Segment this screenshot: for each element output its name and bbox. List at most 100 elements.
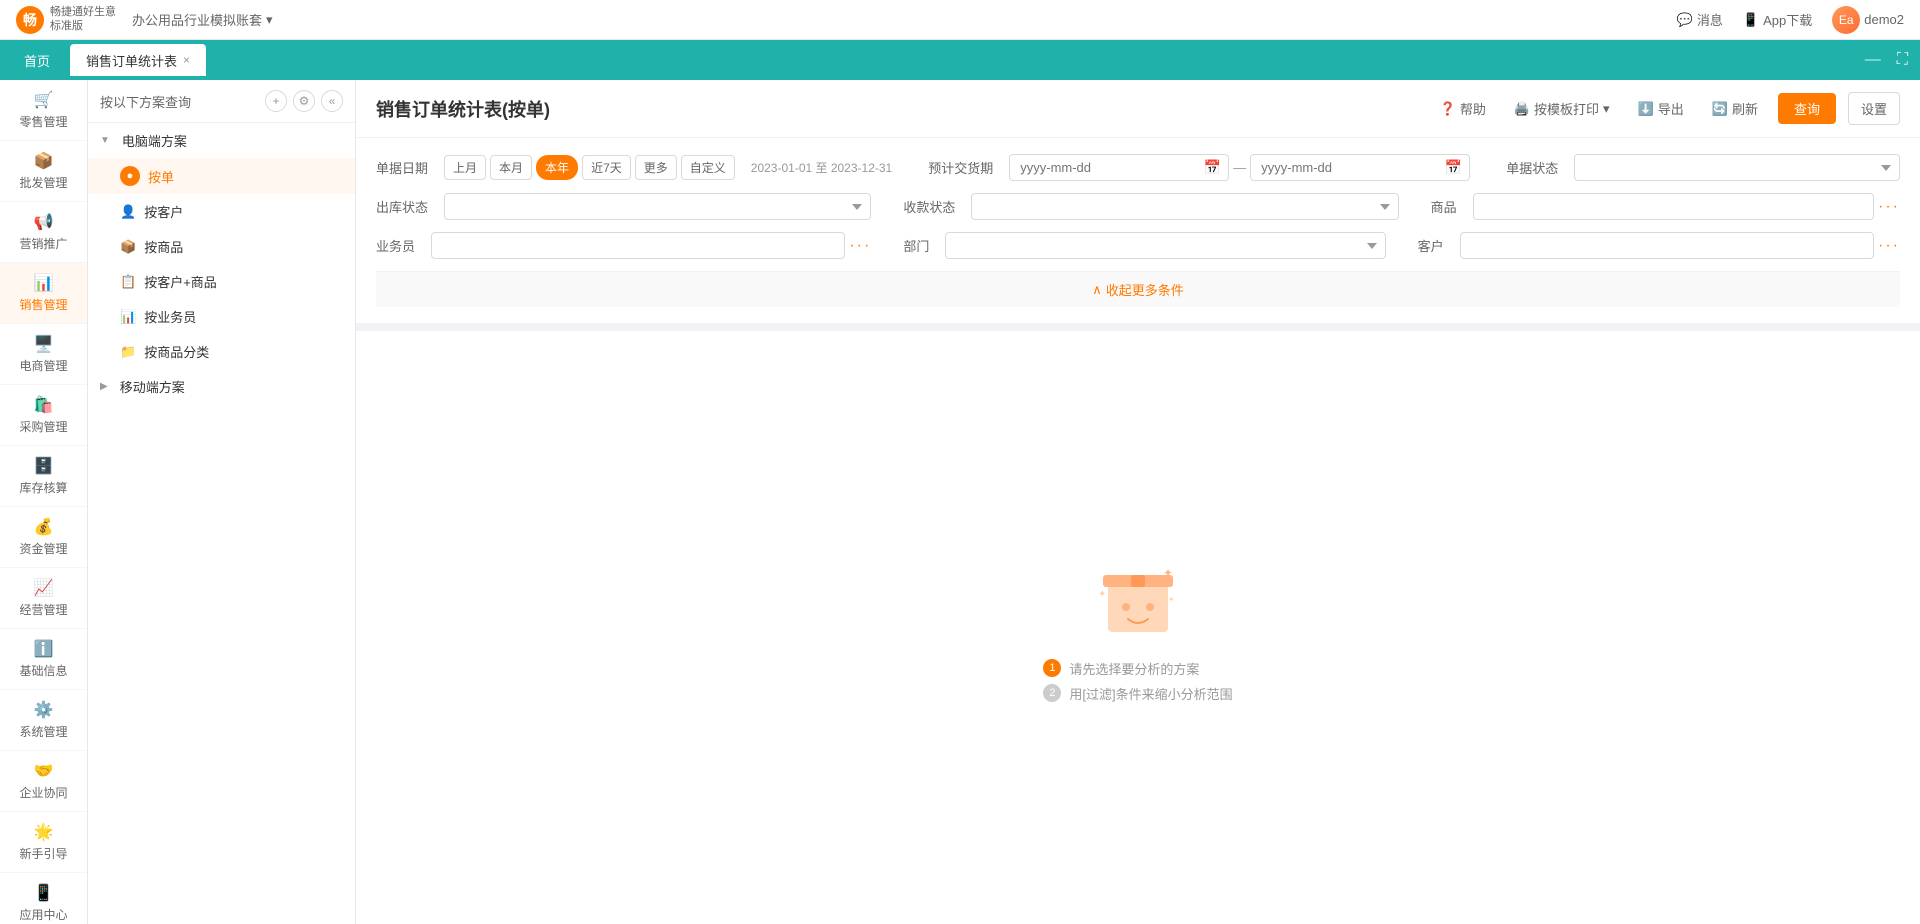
help-icon: ❓ <box>1440 101 1456 117</box>
tree-item-by-customer[interactable]: 👤 按客户 <box>88 194 355 229</box>
goods-more-icon[interactable]: ··· <box>1878 198 1900 216</box>
salesman-wrapper: ··· <box>431 232 871 259</box>
help-button[interactable]: ❓ 帮助 <box>1432 95 1494 122</box>
query-button[interactable]: 查询 <box>1778 93 1836 124</box>
sidebar-item-basic[interactable]: ℹ️ 基础信息 <box>0 629 87 690</box>
basic-icon: ℹ️ <box>8 639 79 659</box>
goods-wrapper: ··· <box>1473 193 1900 220</box>
inventory-icon: 🗄️ <box>8 456 79 476</box>
tree-mobile-section[interactable]: ▶ 移动端方案 <box>88 369 355 404</box>
top-bar-left: 畅 畅捷通好生意 标准版 办公用品行业模拟账套 ▾ <box>16 6 281 34</box>
company-selector[interactable]: 办公用品行业模拟账套 ▾ <box>124 8 281 31</box>
tree-item-by-goods[interactable]: 📦 按商品 <box>88 229 355 264</box>
template-print-button[interactable]: 🖨️ 按模板打印 ▾ <box>1506 95 1618 122</box>
customer-label: 客户 <box>1418 236 1444 255</box>
date-btn-last-month[interactable]: 上月 <box>444 155 486 180</box>
category-icon: 📁 <box>120 344 136 360</box>
sidebar-item-system[interactable]: ⚙️ 系统管理 <box>0 690 87 751</box>
sidebar-item-ecommerce[interactable]: 🖥️ 电商管理 <box>0 324 87 385</box>
collapse-bar[interactable]: ∧ 收起更多条件 <box>376 271 1900 307</box>
sidebar-item-newbie[interactable]: 🌟 新手引导 <box>0 812 87 873</box>
date-btn-custom[interactable]: 自定义 <box>681 155 735 180</box>
date-btn-this-year[interactable]: 本年 <box>536 155 578 180</box>
filter-area: 单据日期 上月 本月 本年 近7天 更多 自定义 2023-01-01 至 20… <box>356 138 1920 323</box>
tree-item-by-customer-label: 按客户 <box>144 202 183 221</box>
sidebar-item-marketing[interactable]: 📢 营销推广 <box>0 202 87 263</box>
sidebar-item-operations[interactable]: 📈 经营管理 <box>0 568 87 629</box>
salesman-input[interactable] <box>431 232 845 259</box>
receipt-status-label: 收款状态 <box>903 197 955 216</box>
expected-date-end[interactable] <box>1250 154 1470 181</box>
tree-item-by-salesman[interactable]: 📊 按业务员 <box>88 299 355 334</box>
sidebar-item-sales[interactable]: 📊 销售管理 <box>0 263 87 324</box>
window-maximize-icon[interactable]: ⛶ <box>1893 47 1912 73</box>
main-layout: 🛒 零售管理 📦 批发管理 📢 营销推广 📊 销售管理 🖥️ 电商管理 🛍️ 采… <box>0 80 1920 924</box>
tree-pc-section[interactable]: ▼ 电脑端方案 <box>88 123 355 158</box>
svg-text:✦: ✦ <box>1168 595 1175 604</box>
window-minimize-icon[interactable]: — <box>1861 47 1885 73</box>
refresh-button[interactable]: 🔄 刷新 <box>1704 95 1766 122</box>
expected-date-start[interactable] <box>1009 154 1229 181</box>
tree-item-by-customer-goods[interactable]: 📋 按客户+商品 <box>88 264 355 299</box>
finance-icon: 💰 <box>8 517 79 537</box>
chevron-down-icon: ▾ <box>266 12 273 28</box>
sidebar-item-inventory[interactable]: 🗄️ 库存核算 <box>0 446 87 507</box>
sidebar-item-enterprise[interactable]: 🤝 企业协同 <box>0 751 87 812</box>
salesman-more-icon[interactable]: ··· <box>849 237 871 255</box>
sidebar-item-finance[interactable]: 💰 资金管理 <box>0 507 87 568</box>
user-profile[interactable]: Ea demo2 <box>1832 6 1904 34</box>
purchase-icon: 🛍️ <box>8 395 79 415</box>
tab-sales-order-stats[interactable]: 销售订单统计表 × <box>70 44 206 76</box>
export-button[interactable]: ⬇️ 导出 <box>1630 95 1692 122</box>
empty-illustration: ✦ ✦ ✦ <box>1088 547 1188 647</box>
tree-expand-icon: ▼ <box>100 135 110 146</box>
tree-item-by-category[interactable]: 📁 按商品分类 <box>88 334 355 369</box>
ecommerce-icon: 🖥️ <box>8 334 79 354</box>
sidebar-item-wholesale[interactable]: 📦 批发管理 <box>0 141 87 202</box>
sales-icon: 📊 <box>8 273 79 293</box>
tab-home[interactable]: 首页 <box>8 44 66 76</box>
add-scheme-button[interactable]: + <box>265 90 287 112</box>
svg-text:✦: ✦ <box>1098 589 1106 600</box>
salesman-tree-icon: 📊 <box>120 309 136 325</box>
receipt-status-select[interactable] <box>971 193 1398 220</box>
main-content: 销售订单统计表(按单) ❓ 帮助 🖨️ 按模板打印 ▾ ⬇️ <box>356 80 1920 924</box>
page-actions: ❓ 帮助 🖨️ 按模板打印 ▾ ⬇️ 导出 � <box>1432 92 1900 125</box>
date-btn-last-7days[interactable]: 近7天 <box>582 155 631 180</box>
message-button[interactable]: 💬 消息 <box>1677 10 1723 29</box>
expected-date-start-wrapper: 📅 <box>1009 154 1229 181</box>
sidebar-item-appcenter[interactable]: 📱 应用中心 <box>0 873 87 924</box>
out-status-select[interactable] <box>444 193 871 220</box>
svg-text:✦: ✦ <box>1163 566 1173 580</box>
step-2-num: 2 <box>1043 684 1061 702</box>
customer-input[interactable] <box>1460 232 1874 259</box>
goods-input[interactable] <box>1473 193 1874 220</box>
out-status-label: 出库状态 <box>376 197 428 216</box>
top-bar-right: 💬 消息 📱 App下载 Ea demo2 <box>1677 6 1904 34</box>
system-icon: ⚙️ <box>8 700 79 720</box>
bill-status-select[interactable] <box>1574 154 1900 181</box>
expected-date-end-wrapper: 📅 <box>1250 154 1470 181</box>
app-download-button[interactable]: 📱 App下载 <box>1743 10 1812 29</box>
settings-button[interactable]: 设置 <box>1848 92 1900 125</box>
empty-content: ✦ ✦ ✦ 1 请先选择要分析的方案 2 用[过滤]条件来缩小分析范围 <box>1043 547 1232 709</box>
customer-more-icon[interactable]: ··· <box>1878 237 1900 255</box>
print-icon: 🖨️ <box>1514 101 1530 117</box>
collapse-panel-button[interactable]: « <box>321 90 343 112</box>
date-btn-this-month[interactable]: 本月 <box>490 155 532 180</box>
department-select[interactable] <box>945 232 1385 259</box>
sidebar-item-retail[interactable]: 🛒 零售管理 <box>0 80 87 141</box>
empty-steps: 1 请先选择要分析的方案 2 用[过滤]条件来缩小分析范围 <box>1043 659 1232 709</box>
date-btn-more[interactable]: 更多 <box>635 155 677 180</box>
filter-row-3: 业务员 ··· 部门 客户 ··· <box>376 232 1900 259</box>
appcenter-icon: 📱 <box>8 883 79 903</box>
retail-icon: 🛒 <box>8 90 79 110</box>
sidebar-item-purchase[interactable]: 🛍️ 采购管理 <box>0 385 87 446</box>
tree-item-by-order[interactable]: ● 按单 <box>88 158 355 194</box>
goods-icon: 📦 <box>120 239 136 255</box>
settings-scheme-button[interactable]: ⚙ <box>293 90 315 112</box>
tab-close-icon[interactable]: × <box>183 53 190 67</box>
page-title: 销售订单统计表(按单) <box>376 96 550 122</box>
left-panel-actions: + ⚙ « <box>265 90 343 112</box>
goods-label: 商品 <box>1431 197 1457 216</box>
